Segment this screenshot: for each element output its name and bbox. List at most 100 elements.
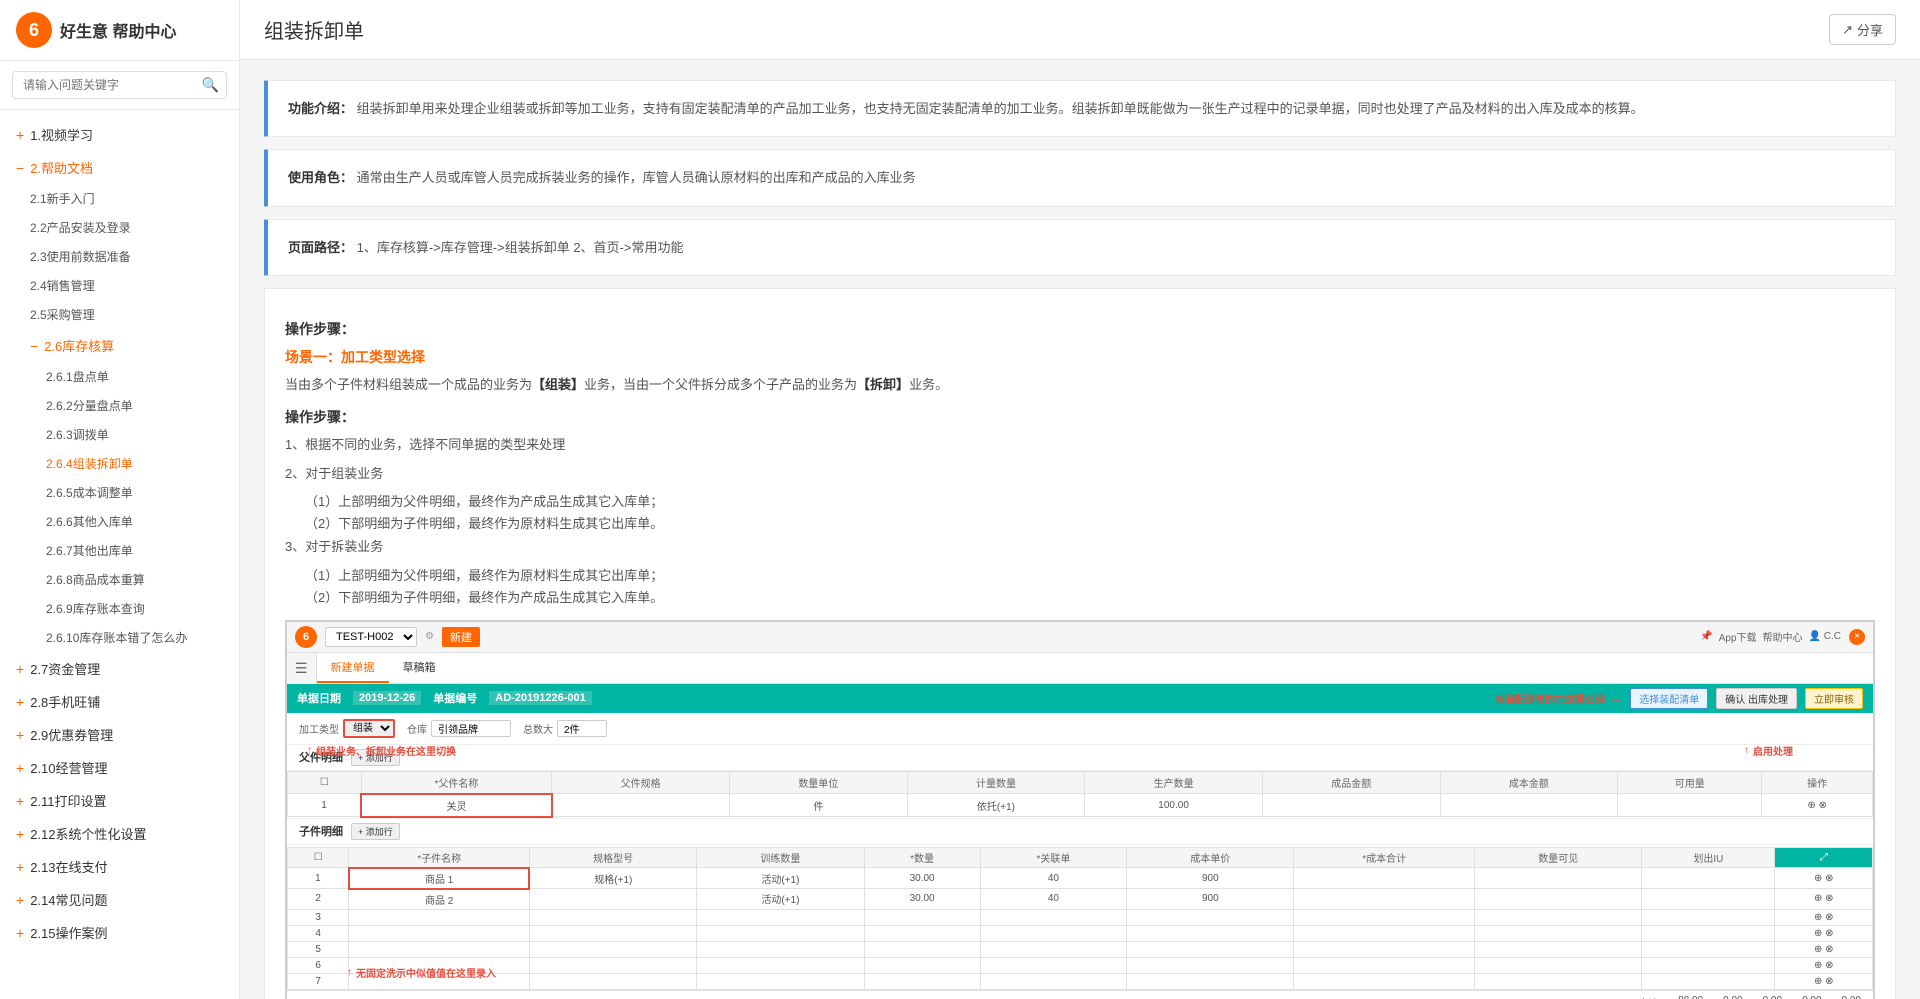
- expand-icon-2-14: +: [16, 892, 24, 908]
- share-button[interactable]: ↗ 分享: [1829, 14, 1896, 45]
- sim-type-select[interactable]: 组装 拆卸: [343, 719, 395, 738]
- sim-action-btn[interactable]: 确认 出库处理: [1716, 688, 1797, 709]
- sim-lower-col-related: *关联单: [980, 847, 1126, 868]
- sim-tab-new[interactable]: 新建单据: [317, 653, 389, 683]
- sidebar-item-2-6-1[interactable]: 2.6.1盘点单: [0, 362, 239, 391]
- sidebar-item-2-6-3[interactable]: 2.6.3调拨单: [0, 420, 239, 449]
- sim-app: 6 TEST-H002 ⚙ 新建 📌 App下载 帮助中心 👤 C.C: [286, 621, 1874, 999]
- sidebar-item-2-11[interactable]: + 2.11打印设置: [0, 784, 239, 817]
- sim-col-unit: 数量单位: [730, 771, 908, 794]
- sim-lower-row7-actions[interactable]: ⊕ ⊗: [1814, 976, 1834, 987]
- sim-close-btn[interactable]: ×: [1849, 629, 1865, 645]
- sim-total-v4: 0.00: [1802, 995, 1821, 999]
- sim-topbar: 6 TEST-H002 ⚙ 新建 📌 App下载 帮助中心 👤 C.C: [287, 622, 1873, 653]
- main-content: 功能介绍： 组装拆卸单用来处理企业组装或拆卸等加工业务，支持有固定装配清单的产品…: [240, 60, 1920, 999]
- sim-qty-label: 总数大: [523, 721, 553, 736]
- sim-col-available: 可用量: [1618, 771, 1762, 794]
- search-input[interactable]: [12, 71, 227, 99]
- main-area: 组装拆卸单 ↗ 分享 功能介绍： 组装拆卸单用来处理企业组装或拆卸等加工业务，支…: [240, 0, 1920, 999]
- sim-annotation-arrow-up: ↑: [307, 745, 312, 756]
- sidebar-item-2-7[interactable]: + 2.7资金管理: [0, 652, 239, 685]
- sim-arrow-right: →: [1608, 690, 1622, 706]
- step3-2: （2）下部明细为子件明细，最终作为产成品生成其它入库单。: [305, 587, 1875, 606]
- main-header: 组装拆卸单 ↗ 分享: [240, 0, 1920, 60]
- sim-new-btn[interactable]: 新建: [442, 627, 480, 647]
- sim-lower-row6-actions[interactable]: ⊕ ⊗: [1814, 960, 1834, 971]
- step2-2: （2）下部明细为子件明细，最终作为原材料生成其它出库单。: [305, 513, 1875, 532]
- sim-logo: 6: [295, 626, 317, 648]
- sidebar-item-2-6[interactable]: − 2.6库存核算: [0, 329, 239, 362]
- sidebar-item-2-4[interactable]: 2.4销售管理: [0, 271, 239, 300]
- sim-add-lower-row-btn[interactable]: + 添加行: [351, 823, 400, 840]
- sim-col-check: ☐: [288, 771, 362, 794]
- sidebar-item-2-13[interactable]: + 2.13在线支付: [0, 850, 239, 883]
- sim-warehouse-input[interactable]: [431, 720, 511, 737]
- sidebar-item-2-2[interactable]: 2.2产品安装及登录: [0, 213, 239, 242]
- sim-qty-input[interactable]: [557, 720, 607, 737]
- sidebar-item-2-9[interactable]: + 2.9优惠券管理: [0, 718, 239, 751]
- sidebar-item-2-6-8[interactable]: 2.6.8商品成本重算: [0, 565, 239, 594]
- sim-order-label: 单据编号: [433, 690, 477, 706]
- sim-lower-row2-actions[interactable]: ⊕ ⊗: [1814, 893, 1834, 904]
- step3-text: 3、对于拆装业务: [285, 535, 1875, 558]
- search-icon[interactable]: 🔍: [202, 77, 219, 94]
- intro-card: 功能介绍： 组装拆卸单用来处理企业组装或拆卸等加工业务，支持有固定装配清单的产品…: [264, 80, 1896, 137]
- sim-annotation-text: 有装配清单的在这里处理: [1495, 695, 1605, 706]
- path-card: 页面路径： 1、库存核算->库存管理->组装拆卸单 2、首页->常用功能: [264, 219, 1896, 276]
- sidebar-item-2-6-6[interactable]: 2.6.6其他入库单: [0, 507, 239, 536]
- sim-lower-row3-actions[interactable]: ⊕ ⊗: [1814, 912, 1834, 923]
- table-row: 7 ⊕ ⊗: [288, 973, 1873, 989]
- sidebar-item-2-14[interactable]: + 2.14常见问题: [0, 883, 239, 916]
- sim-confirm-audit-btn[interactable]: 立即审核: [1805, 688, 1863, 709]
- sidebar-item-2-6-9[interactable]: 2.6.9库存账本查询: [0, 594, 239, 623]
- sidebar-item-2-6-7[interactable]: 2.6.7其他出库单: [0, 536, 239, 565]
- sidebar-item-2-10[interactable]: + 2.10经营管理: [0, 751, 239, 784]
- sidebar-item-1[interactable]: + 1.视频学习: [0, 118, 239, 151]
- sidebar-item-2-6-5[interactable]: 2.6.5成本调整单: [0, 478, 239, 507]
- sim-annotation-box: 有装配清单的在这里处理 →: [1495, 690, 1622, 706]
- path-label: 页面路径：: [288, 240, 353, 255]
- sim-warehouse-label: 仓库: [407, 721, 427, 736]
- sim-select-bill-btn[interactable]: 选择装配清单: [1630, 688, 1708, 709]
- sim-top-icons: 📌 App下载 帮助中心 👤 C.C: [1700, 629, 1841, 644]
- expand-icon-2: −: [16, 160, 24, 176]
- sidebar-item-2-12[interactable]: + 2.12系统个性化设置: [0, 817, 239, 850]
- expand-icon-2-8: +: [16, 694, 24, 710]
- sim-lower-col-check: ☐: [288, 847, 349, 868]
- sim-nav-row: ☰ 新建单据 草稿箱: [287, 653, 1873, 684]
- sim-lower-row4-actions[interactable]: ⊕ ⊗: [1814, 928, 1834, 939]
- sidebar-item-2-6-2[interactable]: 2.6.2分量盘点单: [0, 391, 239, 420]
- sidebar-item-2-3[interactable]: 2.3使用前数据准备: [0, 242, 239, 271]
- sim-row-check: 1: [288, 794, 362, 817]
- expand-icon-2-13: +: [16, 859, 24, 875]
- sidebar-item-2-5[interactable]: 2.5采购管理: [0, 300, 239, 329]
- sidebar-item-label-2-9: 2.9优惠券管理: [30, 725, 113, 744]
- sidebar-item-2-6-4[interactable]: 2.6.4组装拆卸单: [0, 449, 239, 478]
- sim-row-action-icons[interactable]: ⊕ ⊗: [1807, 800, 1827, 811]
- sim-tab-draft[interactable]: 草稿箱: [389, 653, 450, 683]
- sim-app-icon: App下载: [1719, 629, 1757, 644]
- sim-lower-row5-actions[interactable]: ⊕ ⊗: [1814, 944, 1834, 955]
- sidebar-item-2[interactable]: − 2.帮助文档: [0, 151, 239, 184]
- sim-total-v3: 0.00: [1763, 995, 1782, 999]
- sim-store-selector[interactable]: TEST-H002: [325, 627, 417, 647]
- sidebar-item-2-8[interactable]: + 2.8手机旺铺: [0, 685, 239, 718]
- sim-col-parent-spec: 父件规格: [552, 771, 730, 794]
- role-label: 使用角色：: [288, 170, 353, 185]
- sidebar-item-2-15[interactable]: + 2.15操作案例: [0, 916, 239, 949]
- steps-title: 操作步骤：: [285, 407, 1875, 427]
- sim-total-v5: 0.00: [1842, 995, 1861, 999]
- sidebar-item-2-1[interactable]: 2.1新手入门: [0, 184, 239, 213]
- sim-row-parent-name: 关灵: [361, 794, 552, 817]
- role-text: 通常由生产人员或库管人员完成拆装业务的操作，库管人员确认原材料的出库和产成品的入…: [357, 170, 916, 185]
- expand-icon-2-7: +: [16, 661, 24, 677]
- sidebar-item-label-2-12: 2.12系统个性化设置: [30, 824, 146, 843]
- expand-icon-2-11: +: [16, 793, 24, 809]
- sidebar-item-label-2-11: 2.11打印设置: [30, 791, 106, 810]
- sim-form-type-label: 加工类型: [299, 721, 339, 736]
- sim-tabs: 新建单据 草稿箱: [317, 653, 1873, 684]
- sim-lower-col-total-cost: *成本合计: [1294, 847, 1475, 868]
- sidebar-item-2-6-10[interactable]: 2.6.10库存账本错了怎么办: [0, 623, 239, 652]
- step2-list: （1）上部明细为父件明细，最终作为产成品生成其它入库单； （2）下部明细为子件明…: [305, 491, 1875, 532]
- sim-lower-row1-actions[interactable]: ⊕ ⊗: [1814, 873, 1834, 884]
